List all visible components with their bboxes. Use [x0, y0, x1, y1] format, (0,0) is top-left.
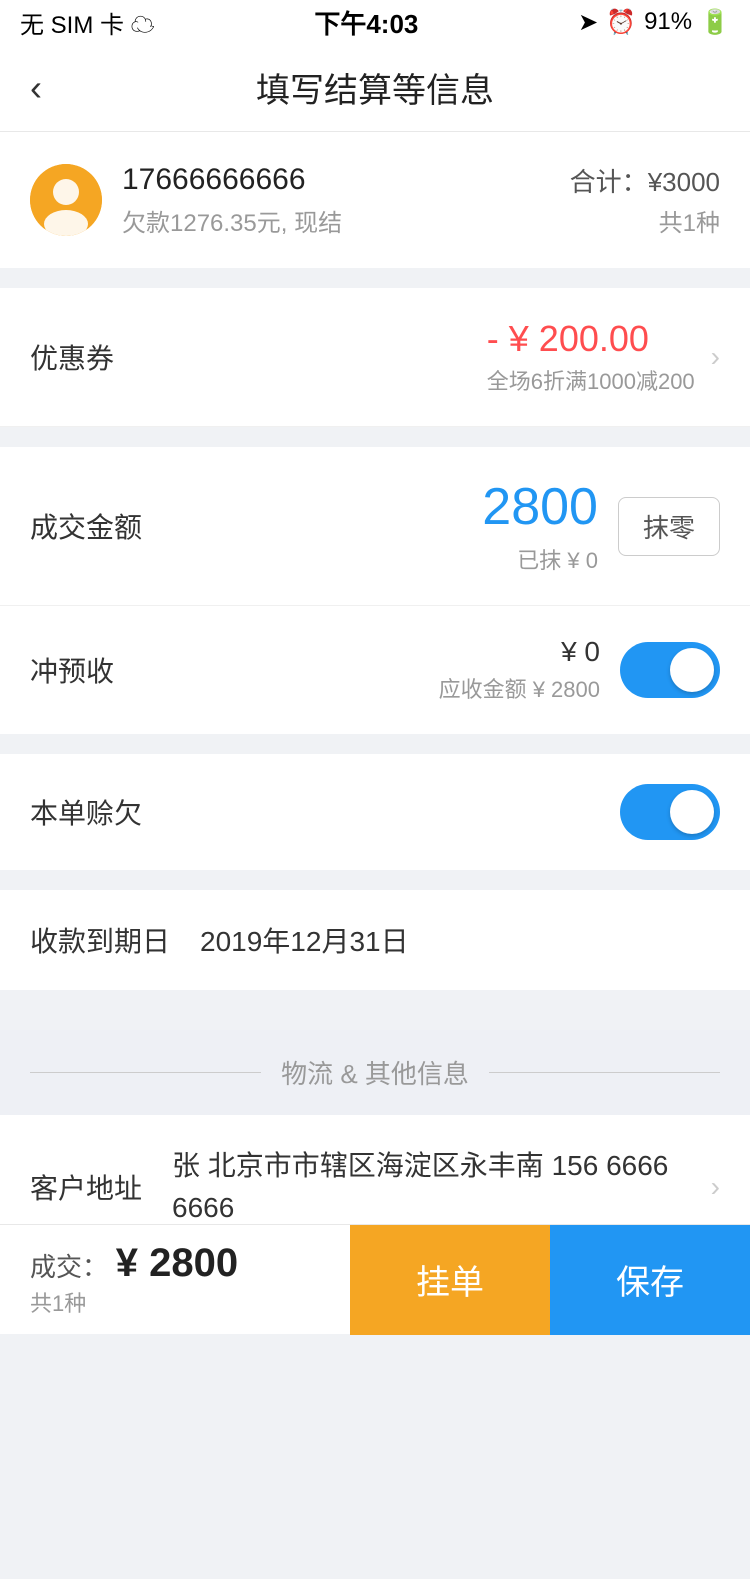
customer-info: 17666666666 欠款1276.35元, 现结 [122, 163, 342, 238]
bottom-summary: 成交： ¥ 2800 共1种 [0, 1241, 350, 1318]
section-divider-1 [0, 427, 750, 447]
status-time: 下午4:03 [314, 4, 418, 41]
avatar [30, 164, 102, 236]
prepay-label: 冲预收 [30, 650, 114, 690]
nav-bar: ‹ 填写结算等信息 [0, 44, 750, 132]
save-button[interactable]: 保存 [550, 1225, 750, 1335]
bottom-bar: 成交： ¥ 2800 共1种 挂单 保存 [0, 1224, 750, 1334]
customer-debt: 欠款1276.35元, 现结 [122, 203, 342, 238]
prepay-amount: ¥ 0 [439, 636, 600, 668]
deal-label: 成交： [30, 1252, 108, 1282]
amount-label: 成交金额 [30, 506, 142, 546]
credit-label: 本单赊欠 [30, 792, 142, 832]
amount-value: 2800 [482, 477, 598, 537]
logistics-line-right [489, 1072, 720, 1073]
round-button[interactable]: 抹零 [618, 497, 720, 556]
status-right: ➤ ⏰ 91% 🔋 [578, 8, 730, 37]
amount-row: 成交金额 2800 已抹 ¥ 0 抹零 [0, 447, 750, 606]
amount-right: 2800 已抹 ¥ 0 抹零 [482, 477, 720, 575]
hang-button[interactable]: 挂单 [350, 1225, 550, 1335]
address-chevron-icon: › [711, 1171, 720, 1203]
discount-right: - ¥ 200.00 全场6折满1000减200 › [487, 318, 720, 396]
duedate-value: 2019年12月31日 [200, 920, 409, 960]
duedate-label: 收款到期日 [30, 920, 170, 960]
customer-card: 17666666666 欠款1276.35元, 现结 合计：¥3000 共1种 [0, 132, 750, 268]
deal-amount: ¥ 2800 [116, 1241, 238, 1285]
prepay-value: ¥ 0 应收金额 ¥ 2800 [439, 636, 600, 704]
prepay-right: ¥ 0 应收金额 ¥ 2800 [439, 636, 720, 704]
status-bar: 无 SIM 卡 ☁ 下午4:03 ➤ ⏰ 91% 🔋 [0, 0, 750, 44]
bottom-count: 共1种 [30, 1286, 320, 1318]
address-label: 客户地址 [30, 1167, 142, 1207]
location-icon: ➤ [578, 8, 598, 37]
total-count: 共1种 [570, 203, 720, 238]
discount-sub: 全场6折满1000减200 [487, 364, 695, 396]
section-divider-3 [0, 990, 750, 1010]
logistics-header: 物流 & 其他信息 [0, 1030, 750, 1115]
prepay-row: 冲预收 ¥ 0 应收金额 ¥ 2800 [0, 606, 750, 734]
duedate-row: 收款到期日 2019年12月31日 [0, 890, 750, 990]
battery-status: 91% [644, 8, 692, 36]
customer-totals: 合计：¥3000 共1种 [570, 162, 720, 238]
section-divider-2 [0, 734, 750, 754]
sim-status: 无 SIM 卡 ☁ [20, 5, 155, 40]
status-left: 无 SIM 卡 ☁ [20, 5, 155, 40]
customer-phone: 17666666666 [122, 163, 342, 197]
credit-toggle[interactable] [620, 784, 720, 840]
logistics-line-left [30, 1072, 261, 1073]
discount-label: 优惠券 [30, 337, 114, 377]
bottom-deal-label: 成交： ¥ 2800 [30, 1241, 320, 1286]
logistics-text: 物流 & 其他信息 [281, 1054, 469, 1091]
prepay-receivable: 应收金额 ¥ 2800 [439, 672, 600, 704]
customer-left: 17666666666 欠款1276.35元, 现结 [30, 163, 342, 238]
amount-sub: 已抹 ¥ 0 [482, 543, 598, 575]
discount-value: - ¥ 200.00 [487, 318, 695, 360]
prepay-toggle[interactable] [620, 642, 720, 698]
content-area: 17666666666 欠款1276.35元, 现结 合计：¥3000 共1种 … [0, 132, 750, 1579]
alarm-icon: ⏰ [606, 8, 636, 37]
amount-section: 成交金额 2800 已抹 ¥ 0 抹零 冲预收 ¥ 0 应收金额 ¥ 2800 [0, 447, 750, 734]
total-label: 合计：¥3000 [570, 162, 720, 199]
back-button[interactable]: ‹ [30, 67, 42, 109]
chevron-right-icon: › [711, 341, 720, 373]
address-value: 张 北京市市辖区海淀区永丰南 156 6666 6666 [172, 1145, 711, 1229]
page-title: 填写结算等信息 [256, 63, 494, 112]
credit-row: 本单赊欠 [0, 754, 750, 870]
discount-row[interactable]: 优惠券 - ¥ 200.00 全场6折满1000减200 › [0, 288, 750, 427]
battery-icon: 🔋 [700, 8, 730, 37]
